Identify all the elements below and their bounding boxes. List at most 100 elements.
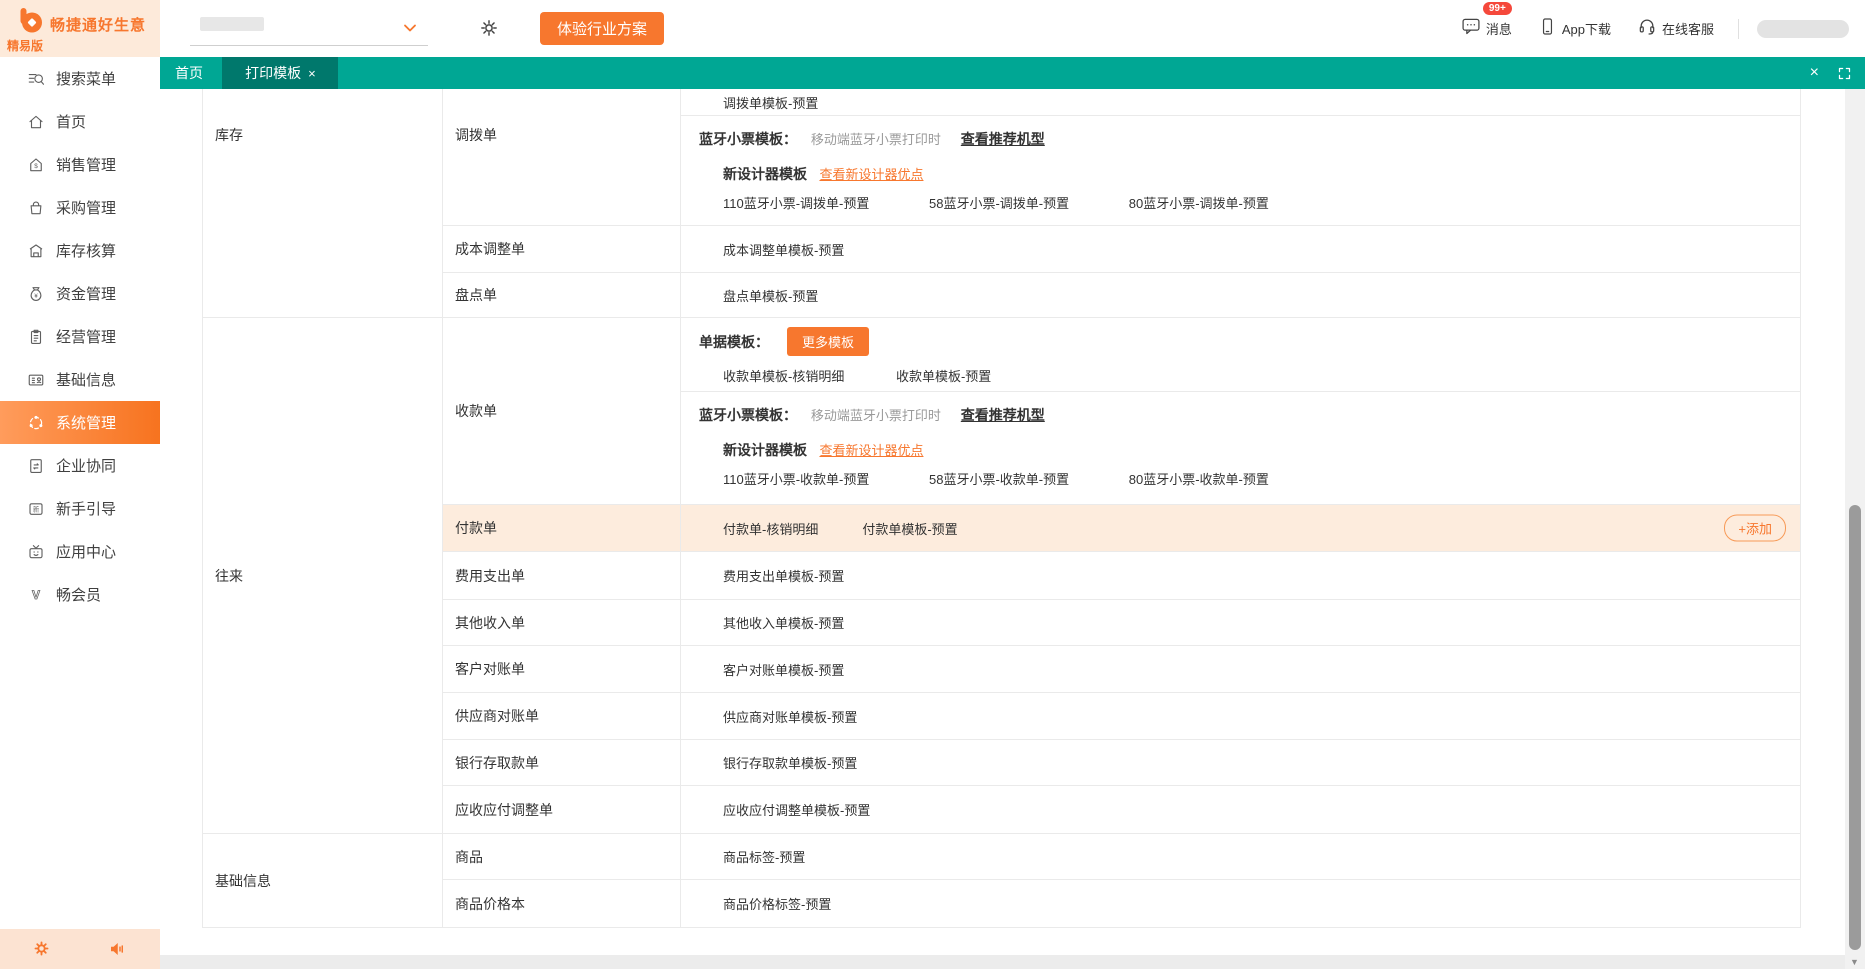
doctype-label: 客户对账单 — [455, 661, 525, 677]
template-link[interactable]: 商品价格标签-预置 — [723, 894, 831, 913]
fullscreen-icon[interactable] — [1837, 66, 1852, 81]
doctype-cell: 收款单 — [443, 318, 681, 505]
doctype-label: 付款单 — [455, 520, 497, 536]
money-bag-icon: ¥ — [27, 285, 45, 303]
template-link[interactable]: 付款单模板-预置 — [862, 519, 957, 538]
sidebar-item-basic-info[interactable]: 基础信息 — [0, 358, 160, 401]
doc-template-label: 单据模板： — [699, 333, 769, 350]
footer-gear-icon[interactable] — [33, 940, 50, 962]
doctype-label: 应收应付调整单 — [455, 801, 553, 818]
template-cell: 其他收入单模板-预置 — [681, 600, 1801, 646]
sidebar-item-inventory[interactable]: 库存核算 — [0, 229, 160, 272]
template-link[interactable]: 费用支出单模板-预置 — [723, 566, 844, 585]
sidebar-item-funds[interactable]: ¥ 资金管理 — [0, 272, 160, 315]
template-link[interactable]: 供应商对账单模板-预置 — [723, 707, 857, 726]
template-link[interactable]: 成本调整单模板-预置 — [723, 240, 844, 259]
sidebar-item-label: 畅会员 — [56, 587, 102, 604]
template-link[interactable]: 58蓝牙小票-调拨单-预置 — [929, 196, 1069, 211]
doctype-label: 商品价格本 — [455, 895, 525, 912]
template-link[interactable]: 盘点单模板-预置 — [723, 286, 818, 305]
template-cell: 费用支出单模板-预置 — [681, 552, 1801, 600]
sidebar-item-label: 采购管理 — [56, 200, 117, 217]
template-link[interactable]: 付款单-核销明细 — [723, 519, 818, 538]
online-service-button[interactable]: 在线客服 — [1637, 16, 1714, 41]
designer-benefits-link[interactable]: 查看新设计器优点 — [819, 443, 923, 458]
template-link[interactable]: 商品标签-预置 — [723, 847, 805, 866]
tabbar-right-controls: × — [1810, 57, 1865, 89]
bluetooth-desc: 移动端蓝牙小票打印时 — [810, 132, 941, 147]
doctype-label: 银行存取款单 — [455, 754, 539, 771]
search-menu-icon — [27, 70, 45, 88]
vertical-scrollbar[interactable]: ▼ — [1845, 89, 1865, 969]
sidebar-item-enterprise-collab[interactable]: 企业协同 — [0, 444, 160, 487]
designer-benefits-link[interactable]: 查看新设计器优点 — [819, 167, 923, 182]
sidebar-item-purchase[interactable]: 采购管理 — [0, 186, 160, 229]
more-templates-button[interactable]: 更多模板 — [787, 327, 870, 356]
recommended-models-link[interactable]: 查看推荐机型 — [961, 131, 1045, 147]
tab-close-icon[interactable]: × — [308, 66, 316, 81]
sidebar-item-label: 企业协同 — [56, 458, 117, 475]
close-all-tabs-icon[interactable]: × — [1810, 64, 1819, 82]
template-link[interactable]: 其他收入单模板-预置 — [723, 613, 844, 632]
template-link[interactable]: 调拨单模板-预置 — [723, 93, 818, 112]
sidebar-item-system-management[interactable]: 系统管理 — [0, 401, 160, 444]
tab-print-template[interactable]: 打印模板 × — [222, 57, 339, 89]
sidebar-item-newbie-guide[interactable]: 新 新手引导 — [0, 487, 160, 530]
template-link[interactable]: 80蓝牙小票-收款单-预置 — [1129, 472, 1269, 487]
horizontal-scrollbar[interactable] — [160, 955, 1845, 969]
section-label: 往来 — [215, 567, 243, 584]
headset-icon — [1637, 16, 1657, 41]
sidebar-item-operations[interactable]: 经营管理 — [0, 315, 160, 358]
template-link[interactable]: 银行存取款单模板-预置 — [723, 753, 857, 772]
template-cell: 盘点单模板-预置 — [681, 273, 1801, 318]
id-card-icon — [27, 371, 45, 389]
footer-announcement-speaker-icon[interactable] — [108, 940, 126, 963]
doctype-label: 盘点单 — [455, 287, 497, 303]
bluetooth-desc: 移动端蓝牙小票打印时 — [810, 408, 941, 423]
template-link[interactable]: 58蓝牙小票-收款单-预置 — [929, 472, 1069, 487]
recommended-models-link[interactable]: 查看推荐机型 — [961, 407, 1045, 423]
sidebar-item-home[interactable]: 首页 — [0, 100, 160, 143]
sidebar-item-app-center[interactable]: 应用中心 — [0, 530, 160, 573]
add-template-button[interactable]: +添加 — [1724, 514, 1786, 542]
online-service-label: 在线客服 — [1661, 22, 1714, 37]
template-link[interactable]: 80蓝牙小票-调拨单-预置 — [1129, 196, 1269, 211]
template-link[interactable]: 收款单模板-预置 — [896, 369, 991, 384]
home-icon — [27, 113, 45, 131]
user-account-redacted[interactable] — [1757, 19, 1849, 38]
brand-logo-icon — [16, 5, 46, 40]
sidebar-item-sales[interactable]: $ 销售管理 — [0, 143, 160, 186]
doctype-cell: 盘点单 — [443, 273, 681, 318]
phone-icon — [1538, 17, 1557, 41]
doctype-label: 供应商对账单 — [455, 708, 539, 724]
template-link[interactable]: 110蓝牙小票-收款单-预置 — [723, 472, 869, 487]
sidebar-item-label: 系统管理 — [56, 415, 117, 432]
designer-label: 新设计器模板 — [723, 442, 807, 458]
app-download-button[interactable]: App下载 — [1538, 17, 1611, 41]
sidebar-item-member[interactable]: V 畅会员 — [0, 573, 160, 616]
chevron-down-icon[interactable] — [400, 18, 420, 43]
messages-button[interactable]: 消息 99+ — [1461, 2, 1512, 41]
system-gear-circle-icon — [27, 414, 45, 432]
template-link[interactable]: 应收应付调整单模板-预置 — [723, 800, 870, 819]
warehouse-icon — [27, 242, 45, 260]
trial-plan-button[interactable]: 体验行业方案 — [540, 12, 665, 45]
sales-house-icon: $ — [27, 156, 45, 174]
settings-gear-icon[interactable] — [478, 17, 500, 44]
vertical-scrollbar-thumb[interactable] — [1849, 505, 1861, 950]
top-header: 畅捷通好生意 精易版 体验行业方案 消息 99+ App下载 在线客服 — [0, 0, 1865, 57]
template-link[interactable]: 110蓝牙小票-调拨单-预置 — [723, 196, 869, 211]
org-selector-underline — [190, 45, 428, 46]
sidebar-item-label: 首页 — [56, 114, 87, 131]
app-window: 畅捷通好生意 精易版 体验行业方案 消息 99+ App下载 在线客服 首页 打… — [0, 0, 1865, 969]
org-selector-redacted-value[interactable] — [200, 17, 264, 31]
template-cell-payment-highlighted: 付款单-核销明细 付款单模板-预置 +添加 — [681, 505, 1801, 552]
section-label: 库存 — [215, 127, 243, 143]
tab-home[interactable]: 首页 — [160, 57, 218, 89]
scroll-down-arrow-icon[interactable]: ▼ — [1850, 957, 1859, 967]
sidebar-item-search-menu[interactable]: 搜索菜单 — [0, 57, 160, 100]
template-link[interactable]: 客户对账单模板-预置 — [723, 660, 844, 679]
logo-area: 畅捷通好生意 精易版 — [0, 0, 160, 57]
template-cell: 商品标签-预置 — [681, 834, 1801, 880]
template-link[interactable]: 收款单模板-核销明细 — [723, 369, 844, 384]
